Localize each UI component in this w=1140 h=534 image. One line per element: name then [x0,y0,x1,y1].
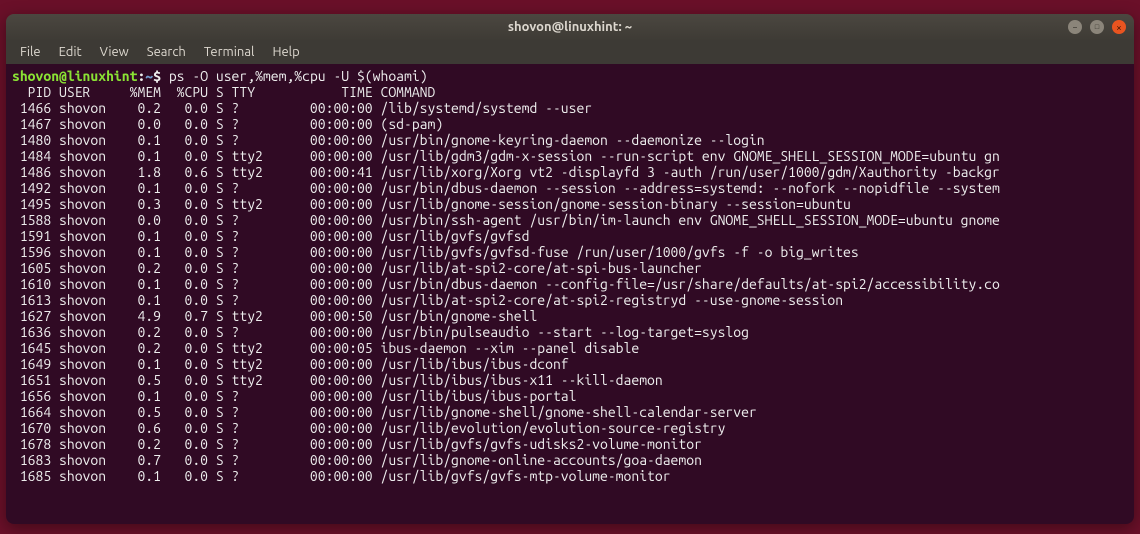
window-controls: – □ × [1068,20,1126,34]
prompt-userhost: shovon@linuxhint [12,68,137,84]
ps-row: 1466 shovon 0.2 0.0 S ? 00:00:00 /lib/sy… [12,100,592,116]
close-icon: × [1116,22,1122,33]
ps-row: 1492 shovon 0.1 0.0 S ? 00:00:00 /usr/bi… [12,180,1000,196]
menu-view[interactable]: View [92,43,137,61]
ps-row: 1610 shovon 0.1 0.0 S ? 00:00:00 /usr/bi… [12,276,1000,292]
menu-help[interactable]: Help [264,43,307,61]
terminal-output[interactable]: shovon@linuxhint:~$ ps -O user,%mem,%cpu… [6,64,1134,524]
ps-row: 1645 shovon 0.2 0.0 S tty2 00:00:05 ibus… [12,340,639,356]
ps-row: 1651 shovon 0.5 0.0 S tty2 00:00:00 /usr… [12,372,663,388]
ps-row: 1495 shovon 0.3 0.0 S tty2 00:00:00 /usr… [12,196,851,212]
ps-row: 1484 shovon 0.1 0.0 S tty2 00:00:00 /usr… [12,148,1000,164]
ps-row: 1627 shovon 4.9 0.7 S tty2 00:00:50 /usr… [12,308,537,324]
ps-row: 1636 shovon 0.2 0.0 S ? 00:00:00 /usr/bi… [12,324,749,340]
minimize-icon: – [1073,23,1077,32]
menu-file[interactable]: File [12,43,49,61]
titlebar[interactable]: shovon@linuxhint: ~ – □ × [6,14,1134,40]
prompt-path: ~ [145,68,153,84]
ps-row: 1649 shovon 0.1 0.0 S tty2 00:00:00 /usr… [12,356,569,372]
ps-row: 1480 shovon 0.1 0.0 S ? 00:00:00 /usr/bi… [12,132,765,148]
window-title: shovon@linuxhint: ~ [508,20,632,34]
ps-row: 1670 shovon 0.6 0.0 S ? 00:00:00 /usr/li… [12,420,725,436]
maximize-icon: □ [1095,23,1099,31]
menu-edit[interactable]: Edit [51,43,90,61]
ps-row: 1683 shovon 0.7 0.0 S ? 00:00:00 /usr/li… [12,452,702,468]
ps-row: 1591 shovon 0.1 0.0 S ? 00:00:00 /usr/li… [12,228,529,244]
terminal-window: shovon@linuxhint: ~ – □ × File Edit View… [6,14,1134,524]
typed-command: ps -O user,%mem,%cpu -U $(whoami) [169,68,428,84]
ps-row: 1486 shovon 1.8 0.6 S tty2 00:00:41 /usr… [12,164,1000,180]
ps-row: 1588 shovon 0.0 0.0 S ? 00:00:00 /usr/bi… [12,212,1000,228]
ps-row: 1678 shovon 0.2 0.0 S ? 00:00:00 /usr/li… [12,436,702,452]
desktop-background [0,0,1140,14]
menubar: File Edit View Search Terminal Help [6,40,1134,64]
ps-row: 1605 shovon 0.2 0.0 S ? 00:00:00 /usr/li… [12,260,702,276]
minimize-button[interactable]: – [1068,20,1082,34]
ps-row: 1664 shovon 0.5 0.0 S ? 00:00:00 /usr/li… [12,404,757,420]
menu-search[interactable]: Search [139,43,194,61]
close-button[interactable]: × [1112,20,1126,34]
ps-row: 1685 shovon 0.1 0.0 S ? 00:00:00 /usr/li… [12,468,671,484]
ps-row: 1467 shovon 0.0 0.0 S ? 00:00:00 (sd-pam… [12,116,443,132]
menu-terminal[interactable]: Terminal [196,43,263,61]
ps-row: 1656 shovon 0.1 0.0 S ? 00:00:00 /usr/li… [12,388,576,404]
ps-row: 1613 shovon 0.1 0.0 S ? 00:00:00 /usr/li… [12,292,843,308]
maximize-button[interactable]: □ [1090,20,1104,34]
ps-row: 1596 shovon 0.1 0.0 S ? 00:00:00 /usr/li… [12,244,859,260]
ps-header: PID USER %MEM %CPU S TTY TIME COMMAND [12,84,435,100]
prompt-marker: $ [153,68,169,84]
